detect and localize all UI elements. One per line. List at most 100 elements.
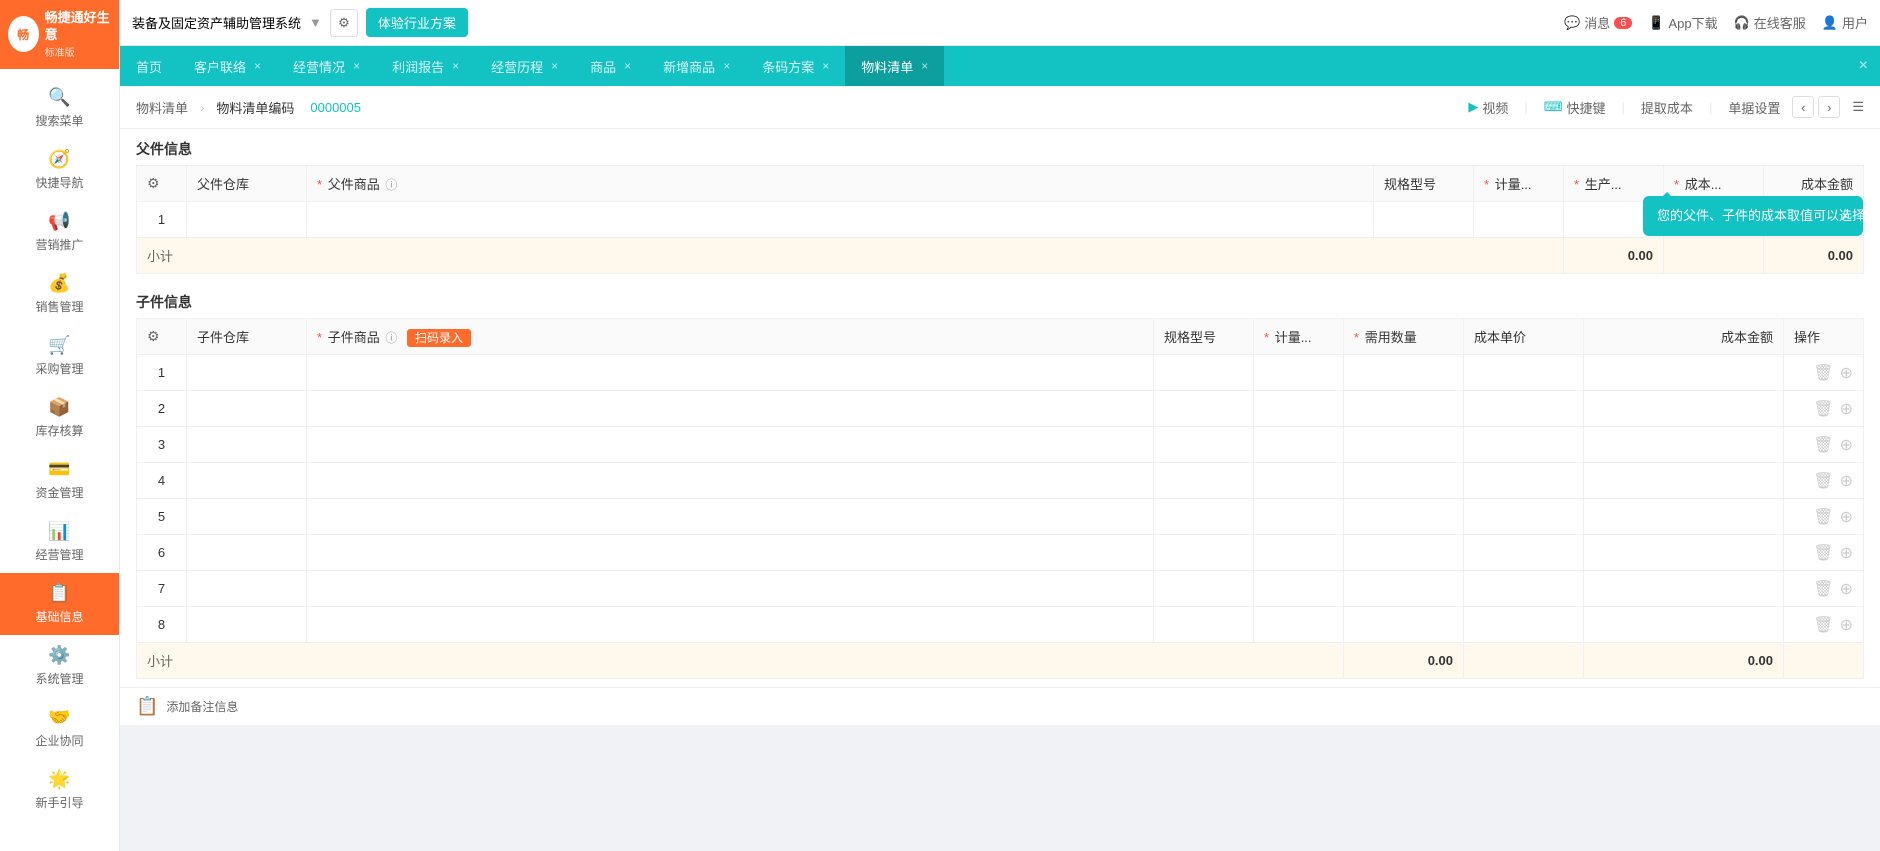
user-button[interactable]: 👤 用户 bbox=[1822, 13, 1868, 32]
sidebar-item-quick-nav[interactable]: 🧭 快捷导航 bbox=[0, 139, 119, 201]
child-warehouse-4[interactable] bbox=[187, 463, 307, 499]
sidebar-item-marketing[interactable]: 📢 营销推广 bbox=[0, 201, 119, 263]
nav-close-all[interactable]: × bbox=[1855, 57, 1872, 75]
child-product-3[interactable] bbox=[307, 427, 1154, 463]
tab-operation-status[interactable]: 经营情况 × bbox=[277, 46, 376, 86]
view-action[interactable]: ▶ 视频 bbox=[1468, 98, 1508, 117]
app-download-button[interactable]: 📱 App下载 bbox=[1648, 13, 1717, 32]
tab-product-close[interactable]: × bbox=[624, 59, 631, 73]
child-unit-cost-4[interactable] bbox=[1464, 463, 1584, 499]
child-qty-2[interactable] bbox=[1344, 391, 1464, 427]
child-unit-8[interactable] bbox=[1254, 607, 1344, 643]
child-warehouse-7[interactable] bbox=[187, 571, 307, 607]
shortcut-action[interactable]: ⌨ 快捷键 bbox=[1544, 98, 1606, 117]
trial-button[interactable]: 体验行业方案 bbox=[366, 8, 468, 37]
parent-col-settings[interactable]: ⚙ bbox=[137, 166, 187, 202]
child-spec-5[interactable] bbox=[1154, 499, 1254, 535]
child-qty-1[interactable] bbox=[1344, 355, 1464, 391]
prev-button[interactable]: ‹ bbox=[1792, 96, 1814, 118]
child-qty-3[interactable] bbox=[1344, 427, 1464, 463]
delete-icon-5[interactable]: 🗑 bbox=[1813, 507, 1833, 527]
copy-icon-3[interactable]: ⊕ bbox=[1840, 435, 1853, 455]
child-unit-4[interactable] bbox=[1254, 463, 1344, 499]
child-product-4[interactable] bbox=[307, 463, 1154, 499]
next-button[interactable]: › bbox=[1818, 96, 1840, 118]
child-col-settings[interactable]: ⚙ bbox=[137, 319, 187, 355]
columns-button[interactable]: ☰ bbox=[1852, 99, 1864, 115]
parent-product-1[interactable] bbox=[307, 202, 1374, 238]
child-unit-1[interactable] bbox=[1254, 355, 1344, 391]
scan-button[interactable]: 扫码录入 bbox=[407, 329, 471, 347]
tab-customer-close[interactable]: × bbox=[254, 59, 261, 73]
tab-profit-close[interactable]: × bbox=[452, 59, 459, 73]
child-warehouse-1[interactable] bbox=[187, 355, 307, 391]
child-warehouse-3[interactable] bbox=[187, 427, 307, 463]
child-product-7[interactable] bbox=[307, 571, 1154, 607]
sidebar-item-guide[interactable]: 🌟 新手引导 bbox=[0, 759, 119, 821]
copy-icon-7[interactable]: ⊕ bbox=[1840, 579, 1853, 599]
sidebar-item-enterprise[interactable]: 🤝 企业协同 bbox=[0, 697, 119, 759]
delete-icon-8[interactable]: 🗑 bbox=[1813, 615, 1833, 635]
tab-bom[interactable]: 物料清单 × bbox=[845, 46, 944, 86]
child-product-1[interactable] bbox=[307, 355, 1154, 391]
tab-profit[interactable]: 利润报告 × bbox=[376, 46, 475, 86]
copy-icon-8[interactable]: ⊕ bbox=[1840, 615, 1853, 635]
sidebar-item-inventory[interactable]: 📦 库存核算 bbox=[0, 387, 119, 449]
child-unit-cost-5[interactable] bbox=[1464, 499, 1584, 535]
tab-product[interactable]: 商品 × bbox=[574, 46, 647, 86]
extract-cost-action[interactable]: 提取成本 bbox=[1641, 98, 1693, 117]
child-spec-7[interactable] bbox=[1154, 571, 1254, 607]
child-qty-7[interactable] bbox=[1344, 571, 1464, 607]
child-unit-5[interactable] bbox=[1254, 499, 1344, 535]
child-unit-cost-6[interactable] bbox=[1464, 535, 1584, 571]
child-spec-3[interactable] bbox=[1154, 427, 1254, 463]
sidebar-item-purchase[interactable]: 🛒 采购管理 bbox=[0, 325, 119, 387]
child-spec-6[interactable] bbox=[1154, 535, 1254, 571]
child-warehouse-6[interactable] bbox=[187, 535, 307, 571]
copy-icon-2[interactable]: ⊕ bbox=[1840, 399, 1853, 419]
sidebar-item-sales[interactable]: 💰 销售管理 bbox=[0, 263, 119, 325]
child-spec-2[interactable] bbox=[1154, 391, 1254, 427]
child-product-2[interactable] bbox=[307, 391, 1154, 427]
tab-op-status-close[interactable]: × bbox=[353, 59, 360, 73]
child-spec-4[interactable] bbox=[1154, 463, 1254, 499]
child-qty-6[interactable] bbox=[1344, 535, 1464, 571]
tab-barcode-close[interactable]: × bbox=[822, 59, 829, 73]
child-unit-7[interactable] bbox=[1254, 571, 1344, 607]
message-button[interactable]: 💬 消息 6 bbox=[1564, 13, 1632, 32]
delete-icon-1[interactable]: 🗑 bbox=[1813, 363, 1833, 383]
child-unit-cost-3[interactable] bbox=[1464, 427, 1584, 463]
sidebar-item-search[interactable]: 🔍 搜索菜单 bbox=[0, 77, 119, 139]
child-product-8[interactable] bbox=[307, 607, 1154, 643]
child-qty-5[interactable] bbox=[1344, 499, 1464, 535]
child-qty-8[interactable] bbox=[1344, 607, 1464, 643]
online-service-button[interactable]: 🎧 在线客服 bbox=[1734, 13, 1806, 32]
sidebar-item-operation[interactable]: 📊 经营管理 bbox=[0, 511, 119, 573]
tab-add-product[interactable]: 新增商品 × bbox=[647, 46, 746, 86]
sidebar-logo[interactable]: 畅 畅捷通好生意 标准版 bbox=[0, 0, 119, 69]
tab-bom-close[interactable]: × bbox=[921, 59, 928, 73]
child-unit-cost-8[interactable] bbox=[1464, 607, 1584, 643]
child-product-info-icon[interactable]: ⓘ bbox=[385, 331, 397, 345]
delete-icon-6[interactable]: 🗑 bbox=[1813, 543, 1833, 563]
delete-icon-2[interactable]: 🗑 bbox=[1813, 399, 1833, 419]
delete-icon-3[interactable]: 🗑 bbox=[1813, 435, 1833, 455]
child-warehouse-8[interactable] bbox=[187, 607, 307, 643]
child-unit-6[interactable] bbox=[1254, 535, 1344, 571]
tab-barcode[interactable]: 条码方案 × bbox=[746, 46, 845, 86]
parent-spec-1[interactable] bbox=[1374, 202, 1474, 238]
tab-op-history-close[interactable]: × bbox=[551, 59, 558, 73]
delete-icon-7[interactable]: 🗑 bbox=[1813, 579, 1833, 599]
single-settings-action[interactable]: 单据设置 bbox=[1728, 98, 1780, 117]
delete-icon-4[interactable]: 🗑 bbox=[1813, 471, 1833, 491]
child-spec-1[interactable] bbox=[1154, 355, 1254, 391]
child-spec-8[interactable] bbox=[1154, 607, 1254, 643]
parent-unit-1[interactable] bbox=[1474, 202, 1564, 238]
sidebar-item-system[interactable]: ⚙️ 系统管理 bbox=[0, 635, 119, 697]
tab-home[interactable]: 首页 bbox=[120, 46, 178, 86]
sidebar-item-basic-info[interactable]: 📋 基础信息 bbox=[0, 573, 119, 635]
child-qty-4[interactable] bbox=[1344, 463, 1464, 499]
child-warehouse-2[interactable] bbox=[187, 391, 307, 427]
tab-add-product-close[interactable]: × bbox=[723, 59, 730, 73]
copy-icon-1[interactable]: ⊕ bbox=[1840, 363, 1853, 383]
